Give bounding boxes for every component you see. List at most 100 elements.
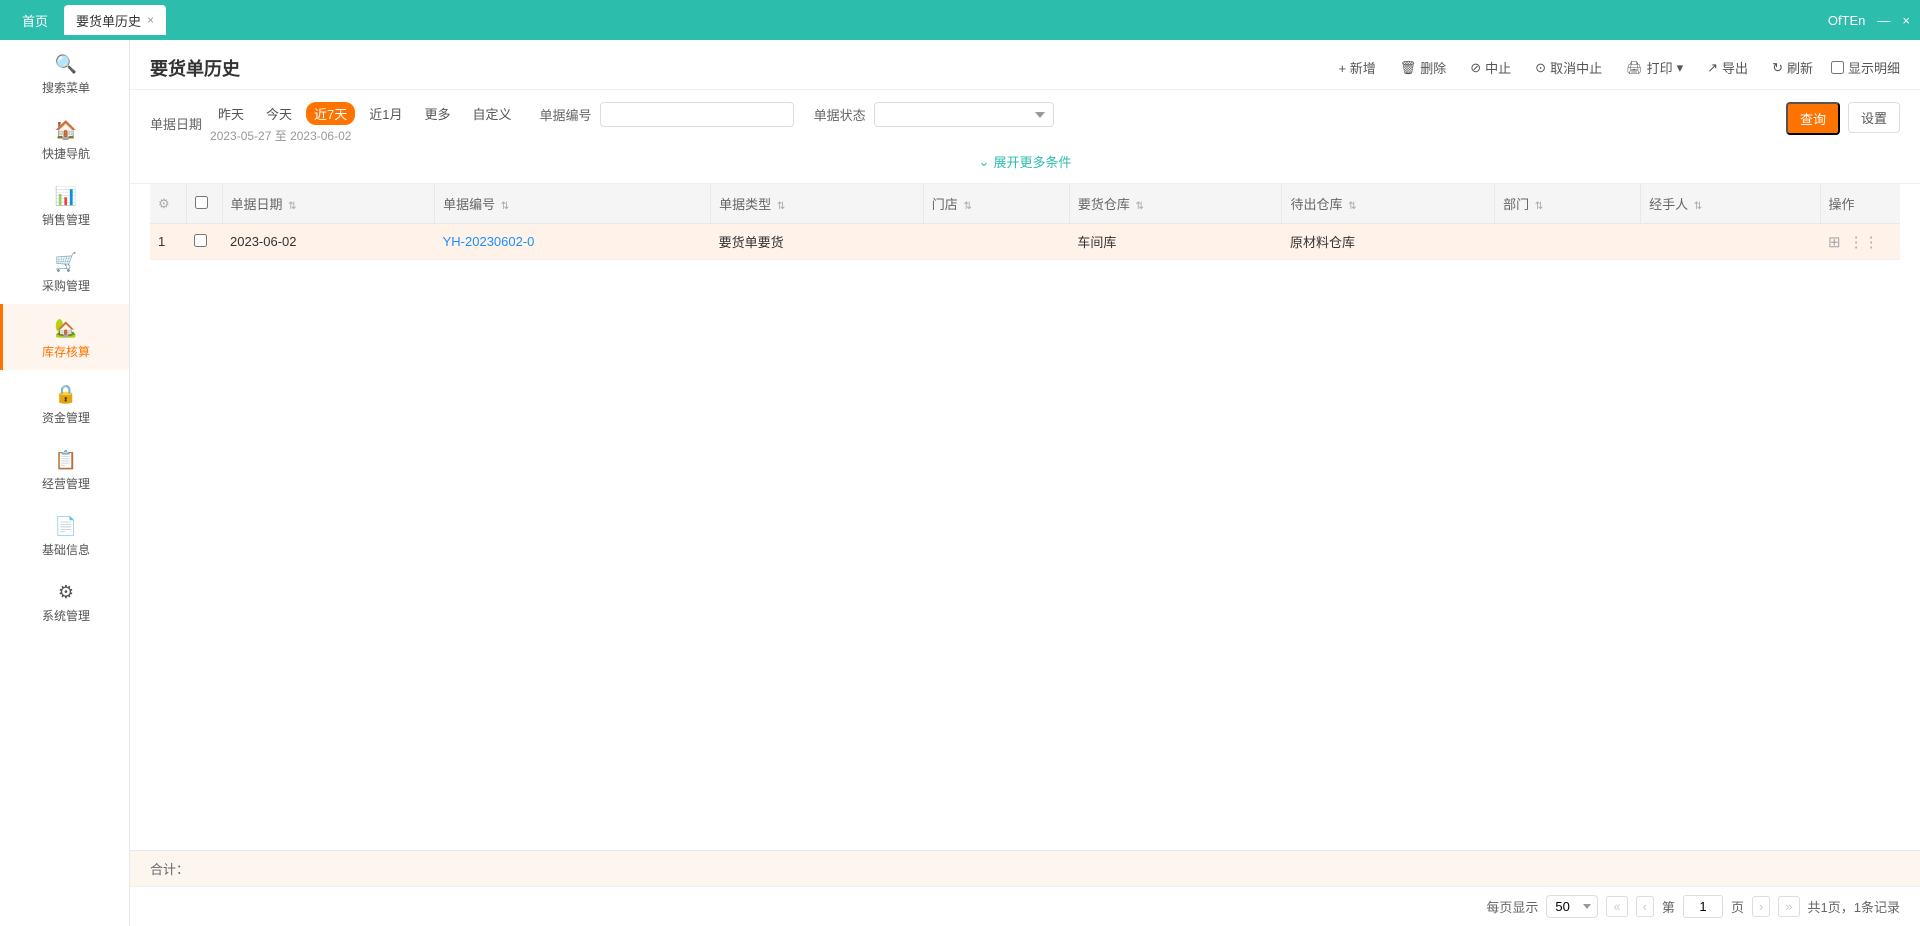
sales-icon: 📊 — [55, 186, 77, 207]
tab-home[interactable]: 首页 — [10, 5, 60, 35]
inventory-icon: 🏡 — [55, 318, 77, 339]
sort-dept-icon[interactable]: ⇅ — [1535, 201, 1543, 212]
query-button[interactable]: 查询 — [1786, 102, 1840, 135]
system-icon: ⚙ — [58, 582, 74, 603]
next-page-btn[interactable]: › — [1752, 896, 1770, 917]
select-all-checkbox[interactable] — [195, 196, 208, 209]
refresh-button[interactable]: ↻ 刷新 — [1766, 54, 1819, 81]
stop-icon: ⊘ — [1470, 60, 1481, 76]
sidebar-item-search[interactable]: 🔍 搜索菜单 — [0, 40, 129, 106]
display-detail-input[interactable] — [1831, 61, 1844, 74]
sidebar-label-finance: 资金管理 — [42, 409, 90, 426]
sort-req-warehouse-icon[interactable]: ⇅ — [1135, 201, 1143, 212]
cancel-stop-icon: ⊙ — [1535, 60, 1546, 76]
pagination-bar: 每页显示 10 20 50 100 « ‹ 第 页 › » 共1页，1条记录 — [130, 886, 1920, 926]
minimize-btn[interactable]: — — [1877, 13, 1890, 28]
first-page-btn[interactable]: « — [1606, 896, 1627, 917]
tab-history[interactable]: 要货单历史 × — [64, 5, 166, 35]
finance-icon: 🔒 — [55, 384, 77, 405]
total-pages-label: 页 — [1731, 897, 1744, 916]
cancel-stop-button[interactable]: ⊙ 取消中止 — [1529, 54, 1608, 81]
settings-filter-button[interactable]: 设置 — [1848, 102, 1900, 133]
sort-pend-warehouse-icon[interactable]: ⇅ — [1348, 201, 1356, 212]
td-action: ⊞ ⋮⋮ — [1820, 224, 1900, 260]
new-button[interactable]: + 新增 — [1332, 54, 1381, 81]
basic-icon: 📄 — [55, 516, 77, 537]
date-7days[interactable]: 近7天 — [306, 102, 355, 125]
prev-page-btn[interactable]: ‹ — [1636, 896, 1654, 917]
stop-button[interactable]: ⊘ 中止 — [1464, 54, 1517, 81]
date-custom[interactable]: 自定义 — [465, 102, 520, 125]
td-handler — [1641, 224, 1820, 260]
th-pend-warehouse-label: 待出仓库 — [1290, 197, 1342, 212]
th-no: 单据编号 ⇅ — [435, 184, 711, 224]
filter-actions: 查询 设置 — [1786, 102, 1900, 135]
cancel-stop-button-label: 取消中止 — [1550, 58, 1602, 77]
date-filter-group: 单据日期 昨天 今天 近7天 近1月 更多 自定义 2023-05-27 至 2… — [150, 102, 520, 144]
sort-store-icon[interactable]: ⇅ — [963, 201, 971, 212]
display-detail-checkbox[interactable]: 显示明细 — [1831, 58, 1900, 77]
per-page-select[interactable]: 10 20 50 100 — [1546, 895, 1598, 918]
th-checkbox — [186, 184, 222, 224]
th-date-label: 单据日期 — [231, 197, 283, 212]
delete-button[interactable]: 🗑 删除 — [1394, 54, 1453, 81]
last-page-btn[interactable]: » — [1778, 896, 1799, 917]
th-handler: 经手人 ⇅ — [1641, 184, 1820, 224]
sidebar-item-inventory[interactable]: 🏡 库存核算 — [0, 304, 129, 370]
th-store: 门店 ⇅ — [923, 184, 1069, 224]
sidebar-item-system[interactable]: ⚙ 系统管理 — [0, 568, 129, 634]
top-bar-right: OfTEn — × — [1828, 13, 1910, 28]
sidebar-label-system: 系统管理 — [42, 607, 90, 624]
sort-type-icon[interactable]: ⇅ — [777, 201, 785, 212]
sort-no-icon[interactable]: ⇅ — [501, 201, 509, 212]
close-window-btn[interactable]: × — [1902, 13, 1910, 28]
content-area: 要货单历史 + 新增 🗑 删除 ⊘ 中止 ⊙ 取消中止 🖨 — [130, 40, 1920, 926]
table-header-row: ⚙ 单据日期 ⇅ 单据编号 ⇅ — [150, 184, 1900, 224]
row-more-icon[interactable]: ⋮⋮ — [1849, 233, 1879, 251]
sidebar-item-finance[interactable]: 🔒 资金管理 — [0, 370, 129, 436]
expand-chevron-icon: ⌄ — [979, 154, 990, 170]
column-settings-icon[interactable]: ⚙ — [158, 196, 170, 211]
th-handler-label: 经手人 — [1649, 197, 1688, 212]
sidebar-item-sales[interactable]: 📊 销售管理 — [0, 172, 129, 238]
export-button[interactable]: ↗ 导出 — [1701, 54, 1754, 81]
filter-row: 单据日期 昨天 今天 近7天 近1月 更多 自定义 2023-05-27 至 2… — [150, 102, 1900, 144]
date-shortcuts-container: 昨天 今天 近7天 近1月 更多 自定义 2023-05-27 至 2023-0… — [210, 102, 520, 144]
sidebar-label-quicknav: 快捷导航 — [42, 145, 90, 162]
tab-history-label: 要货单历史 — [76, 11, 141, 30]
sidebar: 🔍 搜索菜单 🏠 快捷导航 📊 销售管理 🛒 采购管理 🏡 库存核算 🔒 资金管… — [0, 40, 130, 926]
sidebar-item-purchase[interactable]: 🛒 采购管理 — [0, 238, 129, 304]
sort-date-icon[interactable]: ⇅ — [288, 201, 296, 212]
refresh-button-label: 刷新 — [1787, 58, 1813, 77]
sort-handler-icon[interactable]: ⇅ — [1694, 201, 1702, 212]
row-checkbox[interactable] — [194, 234, 207, 247]
expand-btn[interactable]: ⌄ 展开更多条件 — [979, 152, 1072, 171]
operations-icon: 📋 — [55, 450, 77, 471]
orderno-input[interactable] — [600, 102, 794, 127]
date-1month[interactable]: 近1月 — [361, 102, 410, 125]
status-select[interactable] — [874, 102, 1054, 127]
sidebar-item-operations[interactable]: 📋 经营管理 — [0, 436, 129, 502]
date-yesterday[interactable]: 昨天 — [210, 102, 252, 125]
td-store — [923, 224, 1069, 260]
th-store-label: 门店 — [932, 197, 958, 212]
th-date: 单据日期 ⇅ — [222, 184, 435, 224]
row-edit-icon[interactable]: ⊞ — [1828, 233, 1841, 251]
sidebar-item-quicknav[interactable]: 🏠 快捷导航 — [0, 106, 129, 172]
sidebar-item-basic[interactable]: 📄 基础信息 — [0, 502, 129, 568]
td-no: YH-20230602-0 — [435, 224, 711, 260]
page-input[interactable] — [1683, 895, 1723, 918]
date-filter-label: 单据日期 — [150, 114, 202, 133]
tab-history-close[interactable]: × — [147, 13, 154, 27]
page-title: 要货单历史 — [150, 55, 240, 81]
th-type: 单据类型 ⇅ — [711, 184, 924, 224]
per-page-label: 每页显示 — [1486, 897, 1538, 916]
row-no-link[interactable]: YH-20230602-0 — [443, 234, 535, 249]
date-more[interactable]: 更多 — [417, 102, 459, 125]
sidebar-label-purchase: 采购管理 — [42, 277, 90, 294]
date-today[interactable]: 今天 — [258, 102, 300, 125]
export-button-label: 导出 — [1722, 58, 1748, 77]
page-prefix-label: 第 — [1662, 897, 1675, 916]
print-button[interactable]: 🖨 打印 ▾ — [1620, 54, 1689, 81]
top-bar: 首页 要货单历史 × OfTEn — × — [0, 0, 1920, 40]
